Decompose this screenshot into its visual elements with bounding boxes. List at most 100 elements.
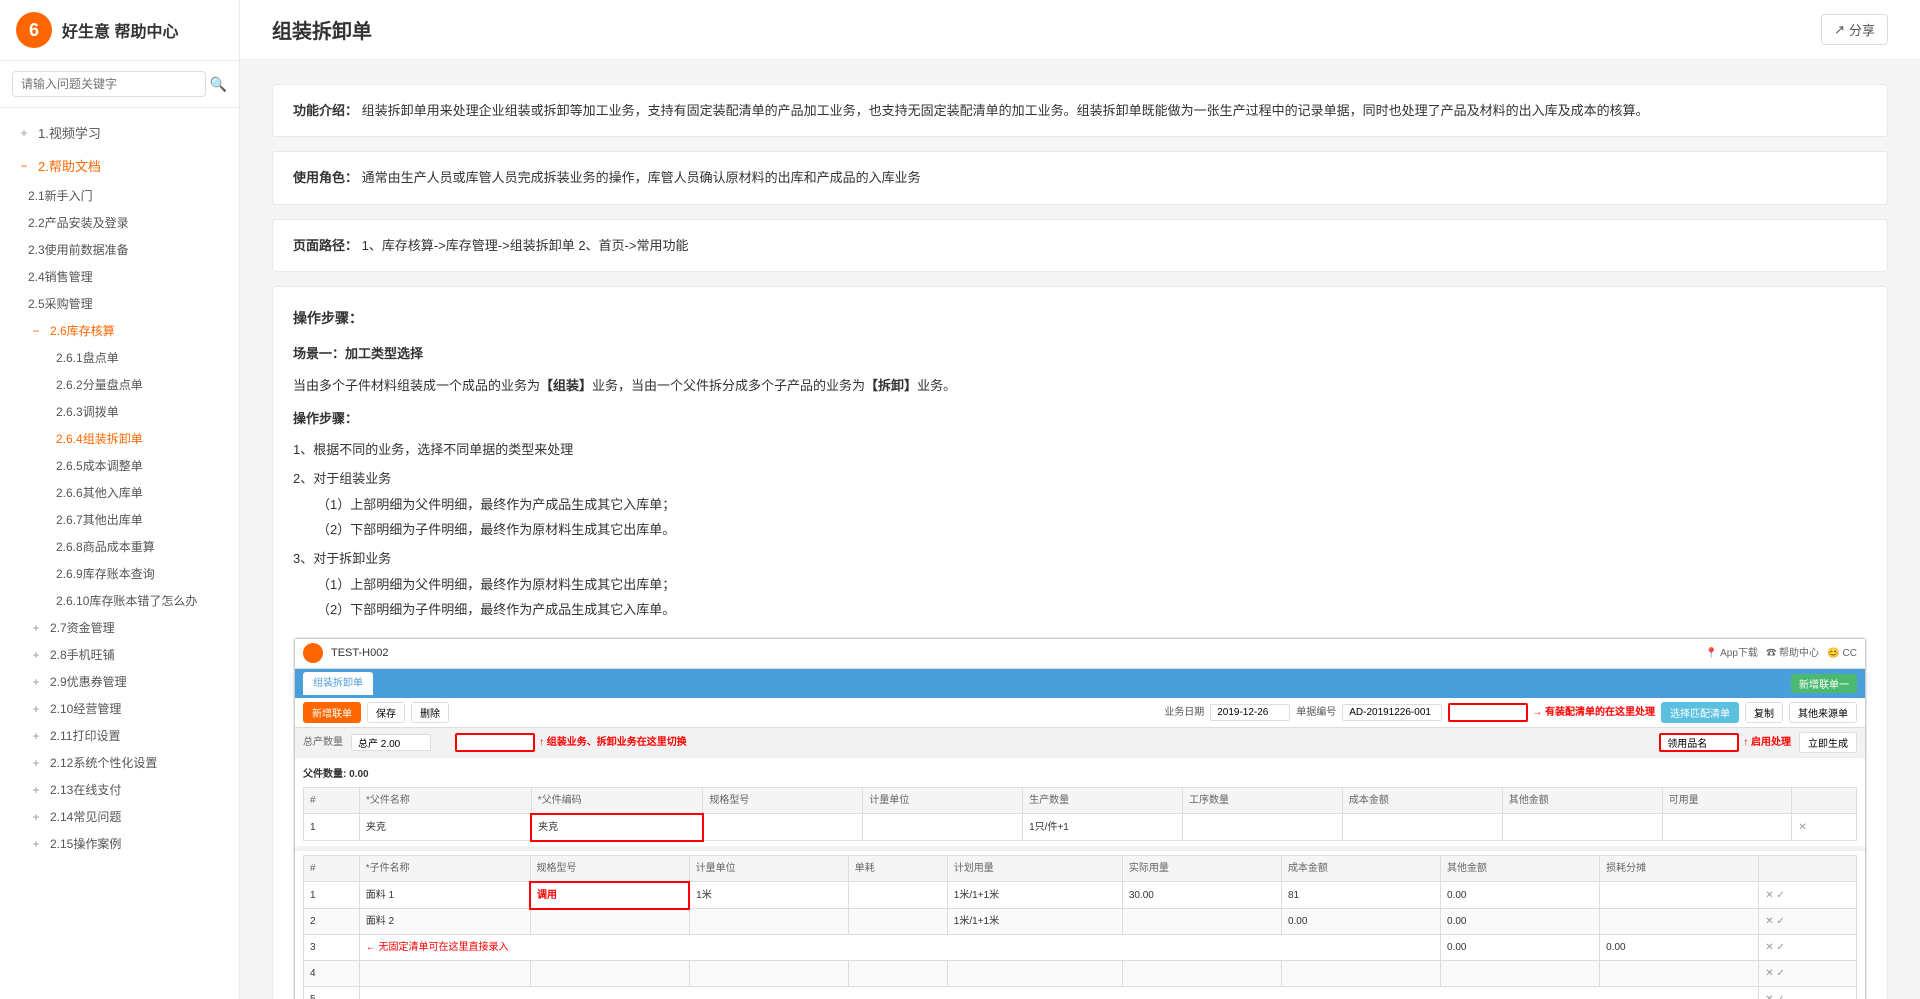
sidebar-item-new-user[interactable]: 2.1新手入门 [28,182,239,209]
sidebar-item-label: 2.12系统个性化设置 [50,754,157,771]
mock-cell-pname: 夹克 [360,814,532,841]
mock-lc-name1: 面料 1 [359,882,530,909]
mock-lc-empty3: ← 无固定清单可在这里直接录入 [359,935,1440,961]
sidebar-item-personalize[interactable]: + 2.12系统个性化设置 [28,749,239,776]
mock-cell-del[interactable]: ✕ [1792,814,1857,841]
mock-ok-btn[interactable]: 立即生成 [1799,732,1857,753]
sidebar-header: 6 好生意 帮助中心 [0,0,239,61]
mock-upper-row-1: 1 夹克 夹克 1只/件+1 [304,814,1857,841]
mock-toolbar: 新增联单 保存 删除 业务日期 单据编号 → 有装配清单的在这里处理 [295,698,1865,728]
mock-col-spec: 规格型号 [703,787,863,814]
mock-lc-op4[interactable]: ✕ ✓ [1759,961,1857,987]
mock-lc-op1[interactable]: ✕ ✓ [1759,882,1857,909]
mock-upper-table: # *父件名称 *父件编码 规格型号 计量单位 生产数量 工序数量 成本金额 其… [303,787,1857,842]
sidebar-item-sales[interactable]: 2.4销售管理 [28,263,239,290]
sidebar-item-account-err[interactable]: 2.6.10库存账本错了怎么办 [56,587,239,614]
sidebar-item-label: 2.3使用前数据准备 [28,241,129,258]
toggle-icon: + [28,620,44,636]
steps-sub-title: 操作步骤： [293,407,1867,432]
sidebar-item-label: 2.7资金管理 [50,619,115,636]
search-button[interactable]: 🔍 [210,76,227,93]
sidebar-item-label: 2.13在线支付 [50,781,121,798]
mock-app-topbar: TEST-H002 📍 App下载 ☎ 帮助中心 😊 CC [295,639,1865,669]
share-button[interactable]: ↗ 分享 [1821,14,1888,45]
sidebar-item-docs[interactable]: − 2.帮助文档 [0,149,239,182]
mock-lc-op3[interactable]: ✕ ✓ [1759,935,1857,961]
nav-tree: + 1.视频学习 − 2.帮助文档 2.1新手入门 2.2产品安装及登录 2.3… [0,108,239,865]
mock-delete-btn[interactable]: 删除 [411,702,449,723]
toggle-icon: + [16,125,32,141]
mock-use-input[interactable] [1659,733,1739,752]
sidebar-item-cost-calc[interactable]: 2.6.8商品成本重算 [56,533,239,560]
mock-save-btn[interactable]: 新增联单 [303,702,361,723]
mock-confirm-btn[interactable]: 选择匹配清单 [1661,702,1739,723]
mock-lcol-unit-use: 单耗 [848,855,947,882]
screenshot-container: TEST-H002 📍 App下载 ☎ 帮助中心 😊 CC 组装拆卸单 新增联单… [293,637,1867,999]
sidebar-item-cases[interactable]: + 2.15操作案例 [28,830,239,857]
sidebar-item-stocktake[interactable]: 2.6.1盘点单 [56,344,239,371]
sidebar-item-label: 2.6.7其他出库单 [56,511,143,528]
mock-qty-label: 总产数量 [303,733,343,752]
sidebar-item-adjust[interactable]: 2.6.3调拨单 [56,398,239,425]
sidebar-item-purchase[interactable]: 2.5采购管理 [28,290,239,317]
step3-details: （1）上部明细为父件明细，最终作为原材料生成其它出库单； （2）下部明细为子件明… [293,573,1867,622]
mock-extra-btn2[interactable]: 其他来源单 [1789,702,1857,723]
sidebar-item-print[interactable]: + 2.11打印设置 [28,722,239,749]
mock-type-input[interactable] [1448,703,1528,722]
mock-lc-loss2 [1600,909,1759,935]
sidebar-item-videos[interactable]: + 1.视频学习 [0,116,239,149]
sidebar-item-partial[interactable]: 2.6.2分量盘点单 [56,371,239,398]
sidebar-item-inventory[interactable]: − 2.6库存核算 [28,317,239,344]
logo-icon: 6 [16,12,52,48]
sidebar-item-label: 2.6库存核算 [50,322,115,339]
mock-lc-loss1 [1600,882,1759,909]
sidebar-item-other-in[interactable]: 2.6.6其他入库单 [56,479,239,506]
mock-order-date-label: 业务日期 [1164,703,1204,722]
sidebar-item-other-out[interactable]: 2.6.7其他出库单 [56,506,239,533]
mock-proc-input[interactable] [455,733,535,752]
mock-lc-op2[interactable]: ✕ ✓ [1759,909,1857,935]
nav-sub-inventory: 2.6.1盘点单 2.6.2分量盘点单 2.6.3调拨单 2.6.4组装拆卸单 … [28,344,239,614]
scene1-title: 场景一：加工类型选择 [293,346,423,361]
sidebar-item-data-prep[interactable]: 2.3使用前数据准备 [28,236,239,263]
mock-lower-row-5: 5 ✕ ✓ [304,987,1857,999]
mock-extra-btn1[interactable]: 复制 [1745,702,1783,723]
mock-annotation3-area: ↑ 启用处理 [1659,733,1791,752]
sidebar-item-assembly[interactable]: 2.6.4组装拆卸单 [56,425,239,452]
mock-order-no-input[interactable] [1342,704,1442,721]
mock-tab-bar: 组装拆卸单 新增联单一 [295,669,1865,698]
sidebar-item-online-pay[interactable]: + 2.13在线支付 [28,776,239,803]
mock-col-pcode: *父件编码 [531,787,703,814]
sidebar-item-cost-adjust[interactable]: 2.6.5成本调整单 [56,452,239,479]
mock-lc-op5[interactable]: ✕ ✓ [1759,987,1857,999]
intro-text: 组装拆卸单用来处理企业组装或拆卸等加工业务，支持有固定装配清单的产品加工业务，也… [362,103,1649,118]
mock-lc-actual1: 30.00 [1122,882,1281,909]
mock-lcol-spec: 计量单位 [689,855,848,882]
mock-lower-row-4: 4 ✕ ✓ [304,961,1857,987]
mock-lc-cost4 [1281,961,1440,987]
steps-block: 操作步骤： 场景一：加工类型选择 当由多个子件材料组装成一个成品的业务为【组装】… [272,286,1888,999]
toggle-icon: − [28,323,44,339]
sidebar-item-funds[interactable]: + 2.7资金管理 [28,614,239,641]
sidebar-item-faq[interactable]: + 2.14常见问题 [28,803,239,830]
sidebar-item-label: 2.9优惠券管理 [50,673,127,690]
mock-lower-row-3: 3 ← 无固定清单可在这里直接录入 0.00 0.00 ✕ ✓ [304,935,1857,961]
search-input[interactable] [12,71,206,97]
mock-form-row: 总产数量 ↑ 组装业务、拆卸业务在这里切换 ↑ 启用处理 [295,728,1865,757]
sidebar-item-coupon[interactable]: + 2.9优惠券管理 [28,668,239,695]
path-text: 1、库存核算->库存管理->组装拆卸单 2、首页->常用功能 [362,238,689,253]
sidebar-item-label: 2.1新手入门 [28,187,93,204]
sidebar-item-label: 2.2产品安装及登录 [28,214,129,231]
mock-new-btn[interactable]: 新增联单一 [1791,674,1857,693]
mock-save-btn2[interactable]: 保存 [367,702,405,723]
sidebar-item-stock-query[interactable]: 2.6.9库存账本查询 [56,560,239,587]
sidebar-item-install[interactable]: 2.2产品安装及登录 [28,209,239,236]
mock-qty-input[interactable] [351,734,431,751]
intro-label: 功能介绍： [293,103,358,118]
sidebar-item-label: 2.6.4组装拆卸单 [56,430,143,447]
sidebar-item-ops[interactable]: + 2.10经营管理 [28,695,239,722]
mock-order-date-input[interactable] [1210,704,1290,721]
sidebar-item-label: 2.11打印设置 [50,727,120,744]
mock-lcol-seq: # [304,855,360,882]
sidebar-item-mobile[interactable]: + 2.8手机旺铺 [28,641,239,668]
